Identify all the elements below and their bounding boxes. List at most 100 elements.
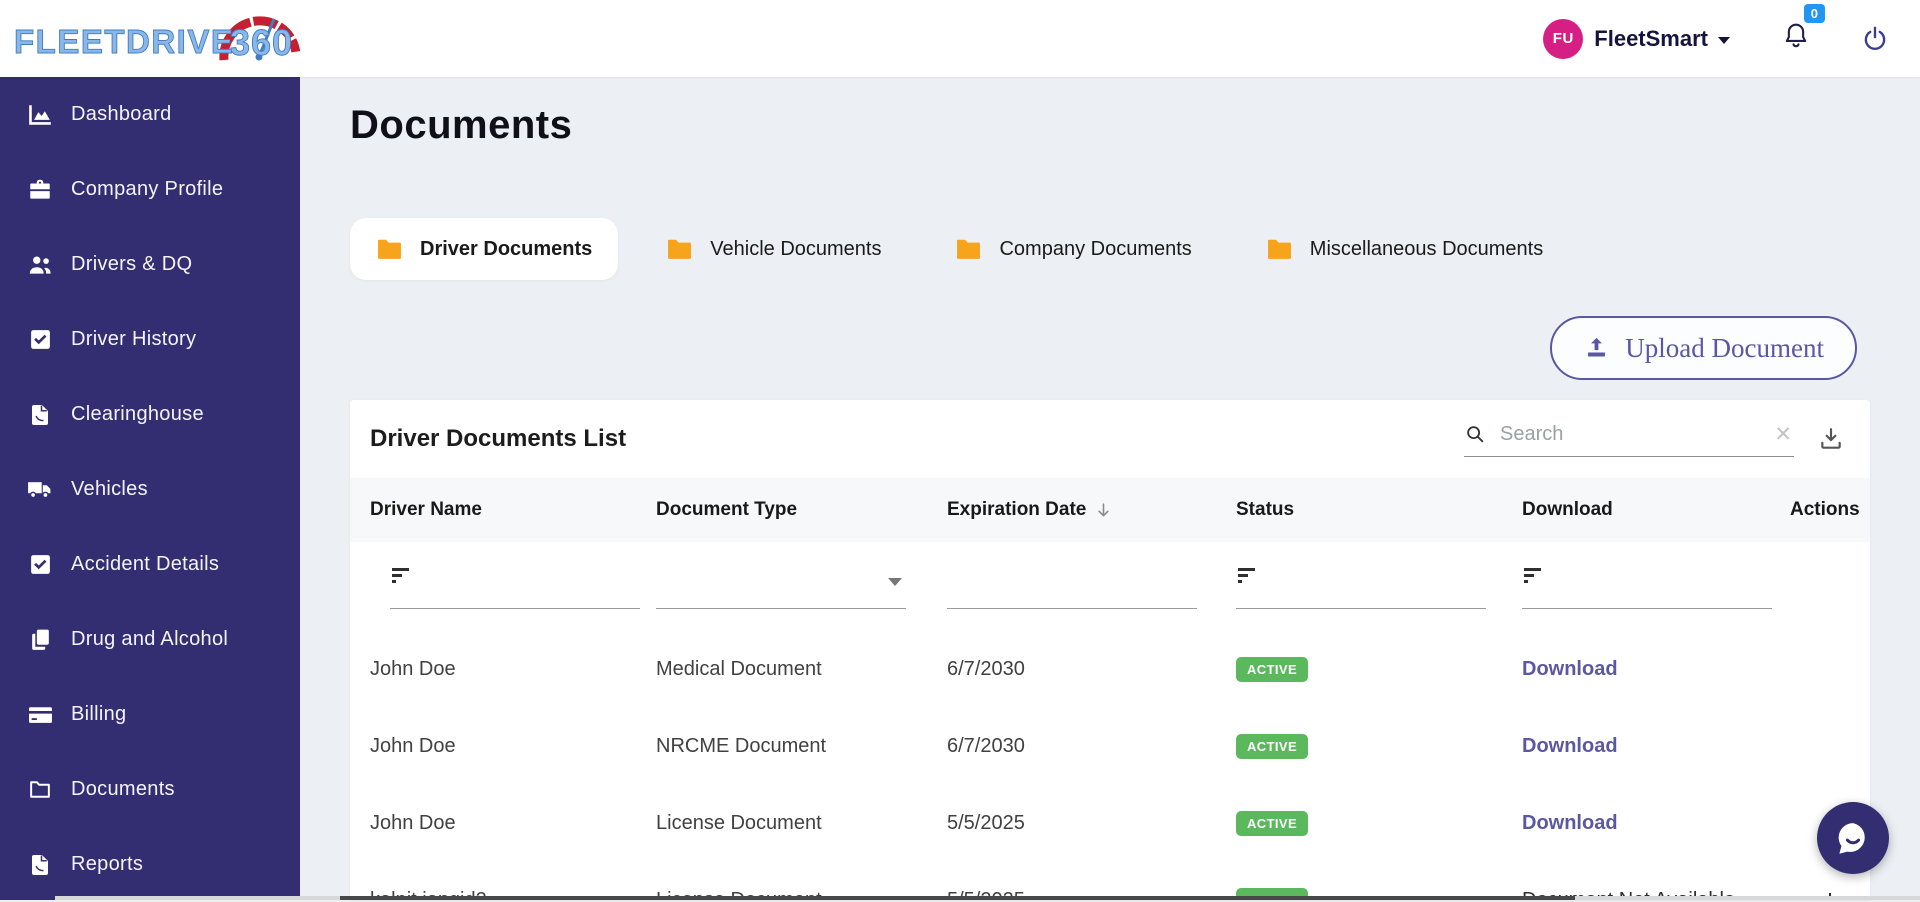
column-header-actions: Actions: [1790, 499, 1860, 520]
column-header-download[interactable]: Download: [1522, 499, 1790, 521]
top-right-controls: FU FleetSmart 0: [1543, 4, 1890, 59]
notifications-button[interactable]: 0: [1782, 4, 1825, 56]
column-header-driver-name[interactable]: Driver Name: [350, 499, 656, 521]
cell-expiration-date: 5/5/2025: [947, 812, 1025, 834]
cell-document-type: NRCME Document: [656, 735, 827, 757]
logout-button[interactable]: [1860, 24, 1890, 54]
column-header-document-type[interactable]: Document Type: [656, 499, 947, 521]
tab-vehicle-documents[interactable]: Vehicle Documents: [640, 218, 907, 280]
download-tray-icon: [1821, 428, 1841, 449]
sidebar-item-label: Accident Details: [71, 553, 220, 575]
filter-status-input[interactable]: [1236, 560, 1486, 609]
cell-driver-name: John Doe: [370, 812, 456, 834]
account-menu[interactable]: FU FleetSmart: [1543, 18, 1730, 59]
column-header-expiration-date[interactable]: Expiration Date: [947, 499, 1236, 521]
logo-text: FLEETDRIVE: [14, 23, 234, 60]
panel-header: Driver Documents List ✕: [350, 400, 1870, 478]
status-badge: ACTIVE: [1236, 657, 1309, 682]
table-header-row: Driver Name Document Type Expiration Dat…: [350, 478, 1870, 542]
filter-icon: [1238, 568, 1258, 589]
sidebar-item-label: Reports: [71, 853, 144, 875]
sidebar-item-label: Company Profile: [71, 178, 224, 200]
sidebar-item-label: Billing: [71, 703, 127, 725]
main-content: Documents Driver Documents Vehicle Docum…: [300, 77, 1920, 900]
upload-icon: [1588, 337, 1606, 356]
tab-company-documents[interactable]: Company Documents: [929, 218, 1217, 280]
folder-icon: [24, 777, 56, 802]
notification-count-badge: 0: [1803, 4, 1825, 23]
filter-expiration-date-input[interactable]: [947, 560, 1197, 609]
tab-label: Miscellaneous Documents: [1309, 237, 1544, 260]
document-tabs: Driver Documents Vehicle Documents Compa…: [350, 218, 1569, 280]
filter-download-input[interactable]: [1522, 560, 1772, 609]
sidebar-item-drivers-dq[interactable]: Drivers & DQ: [0, 227, 300, 302]
scrollbar-thumb[interactable]: [340, 896, 1575, 900]
search-input[interactable]: [1498, 421, 1773, 447]
upload-document-button[interactable]: Upload Document: [1550, 316, 1857, 380]
filter-document-type-select[interactable]: [656, 560, 906, 609]
download-link[interactable]: Download: [1522, 735, 1618, 757]
copy-icon: [24, 627, 56, 652]
sidebar-item-accident-details[interactable]: Accident Details: [0, 527, 300, 602]
sidebar-item-clearinghouse[interactable]: Clearinghouse: [0, 377, 300, 452]
cell-driver-name: John Doe: [370, 658, 456, 680]
fleetdrive-logo[interactable]: FLEETDRIVE 360: [12, 8, 302, 73]
table-row: John Doe Medical Document 6/7/2030 ACTIV…: [350, 631, 1870, 708]
tab-label: Vehicle Documents: [710, 237, 882, 260]
folder-icon: [666, 237, 693, 261]
tab-driver-documents[interactable]: Driver Documents: [350, 218, 619, 280]
sort-descending-icon: [1098, 502, 1110, 516]
truck-icon: [24, 477, 56, 503]
file-pdf-icon: [24, 852, 56, 878]
cell-driver-name: John Doe: [370, 735, 456, 757]
sidebar-item-label: Drug and Alcohol: [71, 628, 229, 650]
credit-card-icon: [24, 702, 56, 727]
folder-icon: [376, 237, 403, 261]
bell-icon: [1785, 23, 1807, 48]
chat-widget-button[interactable]: [1817, 802, 1889, 874]
cell-expiration-date: 6/7/2030: [947, 658, 1025, 680]
sidebar-item-reports[interactable]: Reports: [0, 827, 300, 902]
filter-icon: [392, 568, 412, 589]
table-filter-row: [350, 542, 1870, 631]
account-name: FleetSmart: [1594, 25, 1708, 51]
avatar[interactable]: FU: [1543, 18, 1584, 59]
sidebar-item-billing[interactable]: Billing: [0, 677, 300, 752]
horizontal-scrollbar[interactable]: [55, 896, 1920, 900]
page-title: Documents: [350, 103, 573, 147]
filter-icon: [1524, 568, 1544, 589]
clear-search-icon[interactable]: ✕: [1772, 424, 1794, 445]
sidebar-item-label: Driver History: [71, 328, 197, 350]
sidebar-item-company-profile[interactable]: Company Profile: [0, 152, 300, 227]
table-row: John Doe License Document 5/5/2025 ACTIV…: [350, 785, 1870, 862]
table-row: kalpit jangid2 License Document 5/5/2025…: [350, 862, 1870, 900]
download-link[interactable]: Download: [1522, 812, 1618, 834]
download-link[interactable]: Download: [1522, 658, 1618, 680]
sidebar-item-documents[interactable]: Documents: [0, 752, 300, 827]
sidebar-item-driver-history[interactable]: Driver History: [0, 302, 300, 377]
sidebar-item-label: Vehicles: [71, 478, 148, 500]
status-badge: ACTIVE: [1236, 734, 1309, 759]
panel-title: Driver Documents List: [370, 425, 627, 452]
column-header-status[interactable]: Status: [1236, 499, 1522, 521]
sidebar-item-label: Drivers & DQ: [71, 253, 193, 275]
sidebar-item-dashboard[interactable]: Dashboard: [0, 77, 300, 152]
driver-documents-panel: Driver Documents List ✕: [350, 400, 1870, 900]
search-icon: [1467, 426, 1484, 443]
check-square-icon: [24, 327, 56, 352]
logo-suffix: 360: [230, 22, 293, 63]
file-pdf-icon: [24, 402, 56, 428]
chevron-down-icon: [888, 578, 902, 586]
power-icon: [1864, 26, 1886, 50]
chevron-down-icon: [1718, 37, 1730, 44]
folder-icon: [955, 237, 982, 261]
upload-button-label: Upload Document: [1625, 332, 1824, 363]
search-box: ✕: [1464, 421, 1794, 457]
table-row: John Doe NRCME Document 6/7/2030 ACTIVE …: [350, 708, 1870, 785]
tab-miscellaneous-documents[interactable]: Miscellaneous Documents: [1240, 218, 1569, 280]
app-window: FLEETDRIVE 360 FU FleetSmart 0 Dashboard…: [0, 0, 1920, 900]
sidebar-item-drug-and-alcohol[interactable]: Drug and Alcohol: [0, 602, 300, 677]
export-download-button[interactable]: [1818, 426, 1844, 452]
sidebar-item-vehicles[interactable]: Vehicles: [0, 452, 300, 527]
filter-driver-name-input[interactable]: [390, 560, 640, 609]
